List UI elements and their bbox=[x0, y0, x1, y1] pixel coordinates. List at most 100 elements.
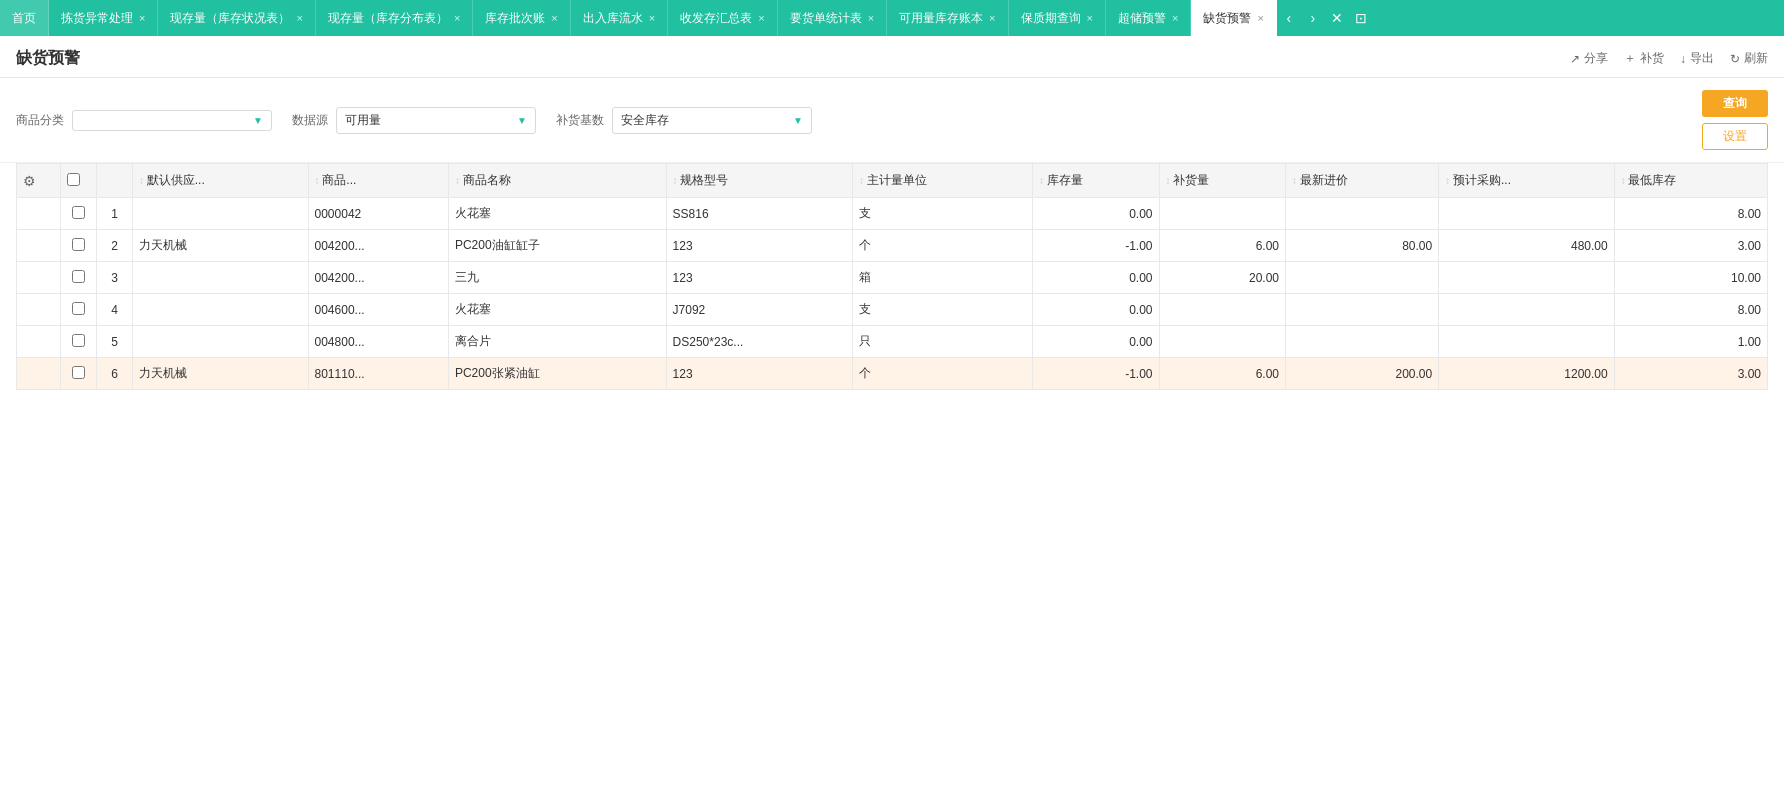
row-spec-5: 123 bbox=[666, 358, 852, 390]
export-button[interactable]: ↓ 导出 bbox=[1680, 50, 1714, 67]
row-settings-0[interactable] bbox=[17, 198, 61, 230]
row-code-5: 801110... bbox=[308, 358, 448, 390]
datasource-select-value: 可用量 bbox=[345, 112, 505, 129]
tab-nav-next[interactable]: › bbox=[1301, 0, 1325, 36]
col-header-unit[interactable]: 主计量单位 bbox=[853, 164, 1033, 198]
row-checkbox-cell-4[interactable] bbox=[61, 326, 97, 358]
tab-close-available-ledger[interactable]: × bbox=[989, 12, 995, 24]
tab-close-batch[interactable]: × bbox=[551, 12, 557, 24]
category-select[interactable]: ▼ bbox=[72, 110, 272, 131]
row-checkbox-cell-2[interactable] bbox=[61, 262, 97, 294]
tab-order-stats[interactable]: 要货单统计表 × bbox=[778, 0, 887, 36]
col-header-supplier[interactable]: 默认供应... bbox=[133, 164, 309, 198]
row-latest-price-2 bbox=[1285, 262, 1438, 294]
query-button[interactable]: 查询 bbox=[1702, 90, 1768, 117]
table-row: 1 0000042 火花塞 SS816 支 0.00 8.00 bbox=[17, 198, 1768, 230]
row-settings-5[interactable] bbox=[17, 358, 61, 390]
replenish-base-label: 补货基数 bbox=[556, 112, 604, 129]
row-latest-price-1: 80.00 bbox=[1285, 230, 1438, 262]
table-row: 6 力天机械 801110... PC200张紧油缸 123 个 -1.00 6… bbox=[17, 358, 1768, 390]
row-supplier-5: 力天机械 bbox=[133, 358, 309, 390]
row-checkbox-0[interactable] bbox=[72, 206, 85, 219]
row-checkbox-2[interactable] bbox=[72, 270, 85, 283]
replenish-base-filter-group: 补货基数 安全库存 ▼ bbox=[556, 107, 812, 134]
tab-close-shortage[interactable]: × bbox=[1257, 12, 1263, 24]
tab-available-ledger[interactable]: 可用量库存账本 × bbox=[887, 0, 1008, 36]
tab-inout-flow[interactable]: 出入库流水 × bbox=[571, 0, 668, 36]
row-settings-4[interactable] bbox=[17, 326, 61, 358]
col-header-stock[interactable]: 库存量 bbox=[1033, 164, 1159, 198]
tab-close-inout-flow[interactable]: × bbox=[649, 12, 655, 24]
main-content: 缺货预警 ↗ 分享 ＋ 补货 ↓ 导出 ↻ 刷新 商品分类 bbox=[0, 36, 1784, 796]
row-checkbox-4[interactable] bbox=[72, 334, 85, 347]
row-est-purchase-5: 1200.00 bbox=[1439, 358, 1615, 390]
row-index-0: 1 bbox=[97, 198, 133, 230]
tab-shortage[interactable]: 缺货预警 × bbox=[1191, 0, 1276, 36]
row-settings-1[interactable] bbox=[17, 230, 61, 262]
col-header-index bbox=[97, 164, 133, 198]
row-unit-0: 支 bbox=[853, 198, 1033, 230]
tab-close-exception[interactable]: × bbox=[139, 12, 145, 24]
tab-nav-prev[interactable]: ‹ bbox=[1277, 0, 1301, 36]
header-actions: ↗ 分享 ＋ 补货 ↓ 导出 ↻ 刷新 bbox=[1570, 50, 1768, 67]
refresh-button[interactable]: ↻ 刷新 bbox=[1730, 50, 1768, 67]
col-header-min-stock[interactable]: 最低库存 bbox=[1614, 164, 1767, 198]
row-name-0: 火花塞 bbox=[448, 198, 666, 230]
replenish-button[interactable]: ＋ 补货 bbox=[1624, 50, 1664, 67]
select-all-checkbox[interactable] bbox=[67, 173, 80, 186]
row-min-stock-5: 3.00 bbox=[1614, 358, 1767, 390]
tab-batch[interactable]: 库存批次账 × bbox=[473, 0, 570, 36]
row-checkbox-3[interactable] bbox=[72, 302, 85, 315]
tab-receipt-summary[interactable]: 收发存汇总表 × bbox=[668, 0, 777, 36]
settings-button[interactable]: 设置 bbox=[1702, 123, 1768, 150]
row-spec-0: SS816 bbox=[666, 198, 852, 230]
gear-icon[interactable]: ⚙ bbox=[23, 173, 36, 189]
row-latest-price-3 bbox=[1285, 294, 1438, 326]
row-supplier-0 bbox=[133, 198, 309, 230]
col-header-code[interactable]: 商品... bbox=[308, 164, 448, 198]
row-settings-3[interactable] bbox=[17, 294, 61, 326]
row-checkbox-cell-5[interactable] bbox=[61, 358, 97, 390]
table-body: 1 0000042 火花塞 SS816 支 0.00 8.00 2 力天机械 0… bbox=[17, 198, 1768, 390]
tab-close-receipt-summary[interactable]: × bbox=[758, 12, 764, 24]
datasource-select[interactable]: 可用量 ▼ bbox=[336, 107, 536, 134]
col-header-checkbox[interactable] bbox=[61, 164, 97, 198]
row-checkbox-cell-0[interactable] bbox=[61, 198, 97, 230]
page-title: 缺货预警 bbox=[16, 48, 80, 69]
replenish-base-select-arrow-icon: ▼ bbox=[793, 115, 803, 126]
tab-nav-close[interactable]: ✕ bbox=[1325, 0, 1349, 36]
col-header-settings[interactable]: ⚙ bbox=[17, 164, 61, 198]
tab-close-expiry[interactable]: × bbox=[1087, 12, 1093, 24]
tab-exception[interactable]: 拣货异常处理 × bbox=[49, 0, 158, 36]
col-header-est-purchase[interactable]: 预计采购... bbox=[1439, 164, 1615, 198]
tab-close-inventory-status[interactable]: × bbox=[296, 12, 302, 24]
datasource-select-arrow-icon: ▼ bbox=[517, 115, 527, 126]
table-header-row: ⚙ 默认供应... 商品... 商品名称 bbox=[17, 164, 1768, 198]
tab-close-order-stats[interactable]: × bbox=[868, 12, 874, 24]
tab-expiry[interactable]: 保质期查询 × bbox=[1009, 0, 1106, 36]
col-header-replenish[interactable]: 补货量 bbox=[1159, 164, 1285, 198]
tab-inventory-dist[interactable]: 现存量（库存分布表） × bbox=[316, 0, 473, 36]
col-header-spec[interactable]: 规格型号 bbox=[666, 164, 852, 198]
row-checkbox-cell-3[interactable] bbox=[61, 294, 97, 326]
refresh-icon: ↻ bbox=[1730, 52, 1740, 66]
row-checkbox-5[interactable] bbox=[72, 366, 85, 379]
col-header-name[interactable]: 商品名称 bbox=[448, 164, 666, 198]
row-checkbox-cell-1[interactable] bbox=[61, 230, 97, 262]
tab-close-inventory-dist[interactable]: × bbox=[454, 12, 460, 24]
tab-overstock[interactable]: 超储预警 × bbox=[1106, 0, 1191, 36]
col-header-latest-price[interactable]: 最新进价 bbox=[1285, 164, 1438, 198]
row-latest-price-0 bbox=[1285, 198, 1438, 230]
tab-close-overstock[interactable]: × bbox=[1172, 12, 1178, 24]
tab-nav-maximize[interactable]: ⊡ bbox=[1349, 0, 1373, 36]
row-checkbox-1[interactable] bbox=[72, 238, 85, 251]
replenish-base-select[interactable]: 安全库存 ▼ bbox=[612, 107, 812, 134]
row-index-1: 2 bbox=[97, 230, 133, 262]
tab-inventory-status[interactable]: 现存量（库存状况表） × bbox=[158, 0, 315, 36]
row-name-5: PC200张紧油缸 bbox=[448, 358, 666, 390]
share-button[interactable]: ↗ 分享 bbox=[1570, 50, 1608, 67]
row-settings-2[interactable] bbox=[17, 262, 61, 294]
data-table: ⚙ 默认供应... 商品... 商品名称 bbox=[16, 163, 1768, 390]
category-label: 商品分类 bbox=[16, 112, 64, 129]
tab-home[interactable]: 首页 bbox=[0, 0, 49, 36]
